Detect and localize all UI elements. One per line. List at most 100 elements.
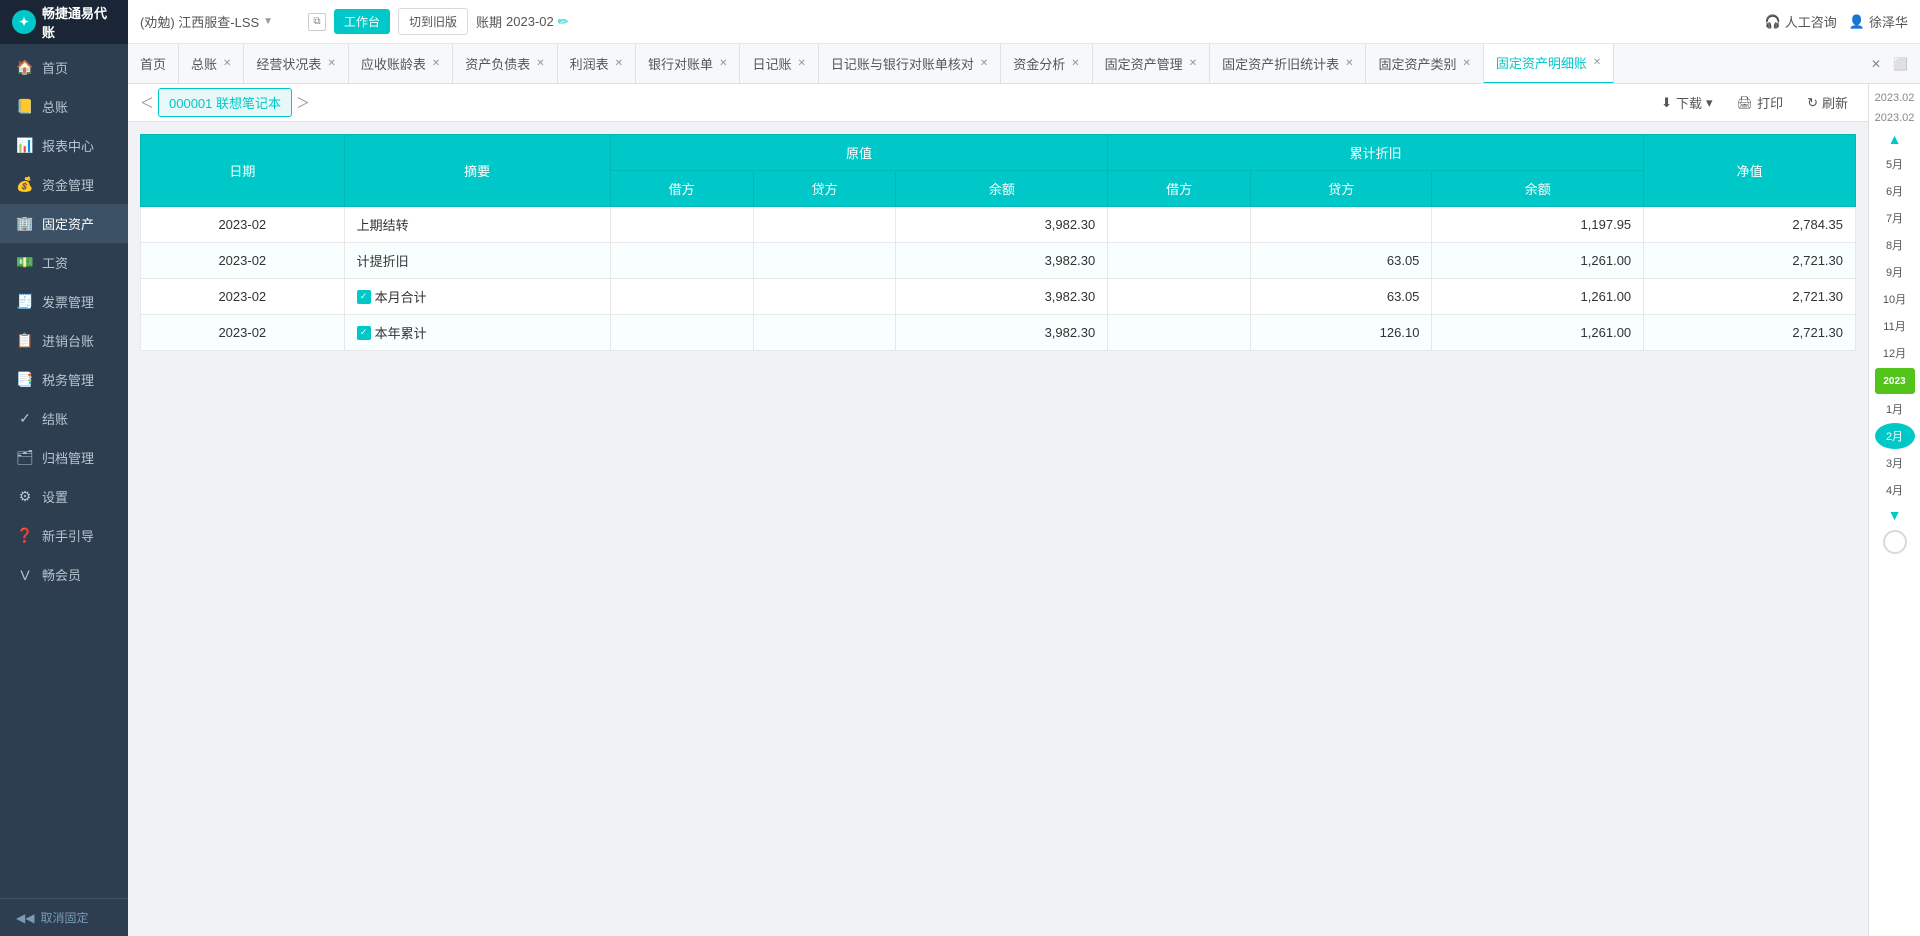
nav-month-9月[interactable]: 9月	[1875, 259, 1915, 285]
sidebar-item-结账[interactable]: ✓ 结账	[0, 399, 128, 438]
sidebar-item-工资[interactable]: 💵 工资	[0, 243, 128, 282]
nav-year-2023-02-top: 2023.02	[1875, 88, 1915, 108]
nav-up-icon[interactable]: ▲	[1875, 128, 1915, 150]
tab-经营状况表[interactable]: 经营状况表✕	[244, 44, 348, 84]
nav-month-11月[interactable]: 11月	[1875, 313, 1915, 339]
tab-资金分析[interactable]: 资金分析 ✕	[1001, 44, 1092, 84]
cell-accum-balance: 1,261.00	[1432, 315, 1644, 351]
table-row: 2023-02 ✓本年累计 3,982.30 126.10 1,261.00 2…	[141, 315, 1856, 351]
sidebar-item-首页[interactable]: 🏠 首页	[0, 48, 128, 87]
nav-month-3月[interactable]: 3月	[1875, 450, 1915, 476]
nav-month-10月[interactable]: 10月	[1875, 286, 1915, 312]
col-net-value: 净值	[1644, 135, 1856, 207]
tab-close-icon[interactable]: ✕	[432, 58, 440, 69]
tab-固定资产管理[interactable]: 固定资产管理✕	[1093, 44, 1210, 84]
col-accum-debit: 借方	[1108, 171, 1251, 207]
download-arrow-icon: ▾	[1706, 95, 1713, 111]
cell-accum-credit: 63.05	[1251, 243, 1432, 279]
sidebar-item-label: 税务管理	[42, 370, 94, 389]
sidebar-item-label: 固定资产	[42, 214, 94, 233]
tab-总账[interactable]: 总账✕	[179, 44, 244, 84]
nav-month-4月[interactable]: 4月	[1875, 477, 1915, 503]
user-profile[interactable]: 👤 徐泽华	[1849, 12, 1908, 31]
tab-close-icon[interactable]: ✕	[1071, 58, 1079, 69]
nav-month-8月[interactable]: 8月	[1875, 232, 1915, 258]
tab-close-icon[interactable]: ✕	[797, 58, 805, 69]
sidebar-icon: 🧾	[16, 293, 34, 311]
nav-month-2月[interactable]: 2月	[1875, 423, 1915, 449]
tab-close-icon[interactable]: ✕	[719, 58, 727, 69]
tag-icon: ✓	[357, 290, 371, 304]
copy-icon[interactable]: ⧉	[308, 13, 326, 31]
tab-close-icon[interactable]: ✕	[536, 58, 544, 69]
tab-close-icon[interactable]: ✕	[615, 58, 623, 69]
sidebar-item-总账[interactable]: 📒 总账	[0, 87, 128, 126]
prev-arrow-icon[interactable]: ＜	[140, 93, 154, 113]
switch-old-button[interactable]: 切到旧版	[398, 8, 468, 35]
sidebar-item-畅会员[interactable]: V 畅会员	[0, 555, 128, 594]
sidebar-item-label: 工资	[42, 253, 68, 272]
sidebar-item-固定资产[interactable]: 🏢 固定资产	[0, 204, 128, 243]
period-edit-icon[interactable]: ✏	[558, 14, 569, 30]
download-button[interactable]: ⬇ 下载 ▾	[1653, 89, 1720, 116]
sidebar-item-税务管理[interactable]: 📑 税务管理	[0, 360, 128, 399]
sidebar-item-label: 报表中心	[42, 136, 94, 155]
nav-down-icon[interactable]: ▼	[1875, 504, 1915, 526]
col-accum-credit: 贷方	[1251, 171, 1432, 207]
nav-month-12月[interactable]: 12月	[1875, 340, 1915, 366]
next-arrow-icon[interactable]: ＞	[296, 93, 310, 113]
tab-close-icon[interactable]: ✕	[1593, 57, 1601, 68]
asset-item-label: 000001 联想笔记本	[169, 93, 281, 112]
col-date: 日期	[141, 135, 345, 207]
tab-close-icon[interactable]: ✕	[1463, 58, 1471, 69]
sidebar-item-新手引导[interactable]: ❓ 新手引导	[0, 516, 128, 555]
refresh-button[interactable]: ↻ 刷新	[1799, 89, 1856, 116]
col-orig-balance: 余额	[896, 171, 1108, 207]
tab-固定资产折旧统计表[interactable]: 固定资产折旧统计表✕	[1210, 44, 1366, 84]
nav-month-6月[interactable]: 6月	[1875, 178, 1915, 204]
sidebar-item-资金管理[interactable]: 💰 资金管理	[0, 165, 128, 204]
cell-date: 2023-02	[141, 207, 345, 243]
sidebar-item-发票管理[interactable]: 🧾 发票管理	[0, 282, 128, 321]
cell-accum-debit	[1108, 243, 1251, 279]
sidebar-item-归档管理[interactable]: 🗂 归档管理	[0, 438, 128, 477]
cell-orig-balance: 3,982.30	[896, 315, 1108, 351]
tab-银行对账单[interactable]: 银行对账单✕	[636, 44, 740, 84]
maximize-icon[interactable]: ⬜	[1889, 55, 1912, 73]
print-button[interactable]: 🖨 打印	[1729, 89, 1792, 116]
sidebar-icon: ⚙	[16, 488, 34, 506]
tab-利润表[interactable]: 利润表✕	[558, 44, 636, 84]
tab-日记账[interactable]: 日记账✕	[740, 44, 818, 84]
user-service[interactable]: 🎧 人工咨询	[1765, 12, 1837, 31]
tab-固定资产明细账[interactable]: 固定资产明细账✕	[1484, 44, 1614, 84]
tab-close-icon[interactable]: ✕	[1189, 58, 1197, 69]
nav-month-1月[interactable]: 1月	[1875, 396, 1915, 422]
tab-首页[interactable]: 首页	[128, 44, 179, 84]
tab-close-icon[interactable]: ✕	[1345, 58, 1353, 69]
current-asset-item[interactable]: 000001 联想笔记本	[158, 88, 292, 117]
cell-date: 2023-02	[141, 243, 345, 279]
company-selector[interactable]: (劝勉) 江西服查-LSS ▼	[140, 12, 300, 31]
tab-close-icon[interactable]: ✕	[980, 58, 988, 69]
tab-close-icon[interactable]: ✕	[223, 58, 231, 69]
tab-label: 资金分析	[1013, 54, 1065, 73]
close-all-icon[interactable]: ✕	[1867, 55, 1885, 73]
cell-accum-debit	[1108, 207, 1251, 243]
tab-固定资产类别[interactable]: 固定资产类别✕	[1366, 44, 1483, 84]
tab-日记账与银行对账单核对[interactable]: 日记账与银行对账单核对✕	[819, 44, 1001, 84]
sidebar-item-设置[interactable]: ⚙ 设置	[0, 477, 128, 516]
tab-应收账龄表[interactable]: 应收账龄表✕	[349, 44, 453, 84]
sidebar-pin-toggle[interactable]: ◀◀ 取消固定	[0, 898, 128, 936]
sidebar-icon: 📋	[16, 332, 34, 350]
nav-month-7月[interactable]: 7月	[1875, 205, 1915, 231]
user-service-label: 人工咨询	[1785, 12, 1837, 31]
tab-资产负债表[interactable]: 资产负债表✕	[453, 44, 557, 84]
tab-close-icon[interactable]: ✕	[327, 58, 335, 69]
nav-month-5月[interactable]: 5月	[1875, 151, 1915, 177]
sidebar-item-报表中心[interactable]: 📊 报表中心	[0, 126, 128, 165]
cell-orig-credit	[753, 279, 896, 315]
print-icon: 🖨	[1737, 95, 1754, 111]
workbench-button[interactable]: 工作台	[334, 9, 390, 34]
main-content: (劝勉) 江西服查-LSS ▼ ⧉ 工作台 切到旧版 账期 2023-02 ✏ …	[128, 0, 1920, 936]
sidebar-item-进销台账[interactable]: 📋 进销台账	[0, 321, 128, 360]
